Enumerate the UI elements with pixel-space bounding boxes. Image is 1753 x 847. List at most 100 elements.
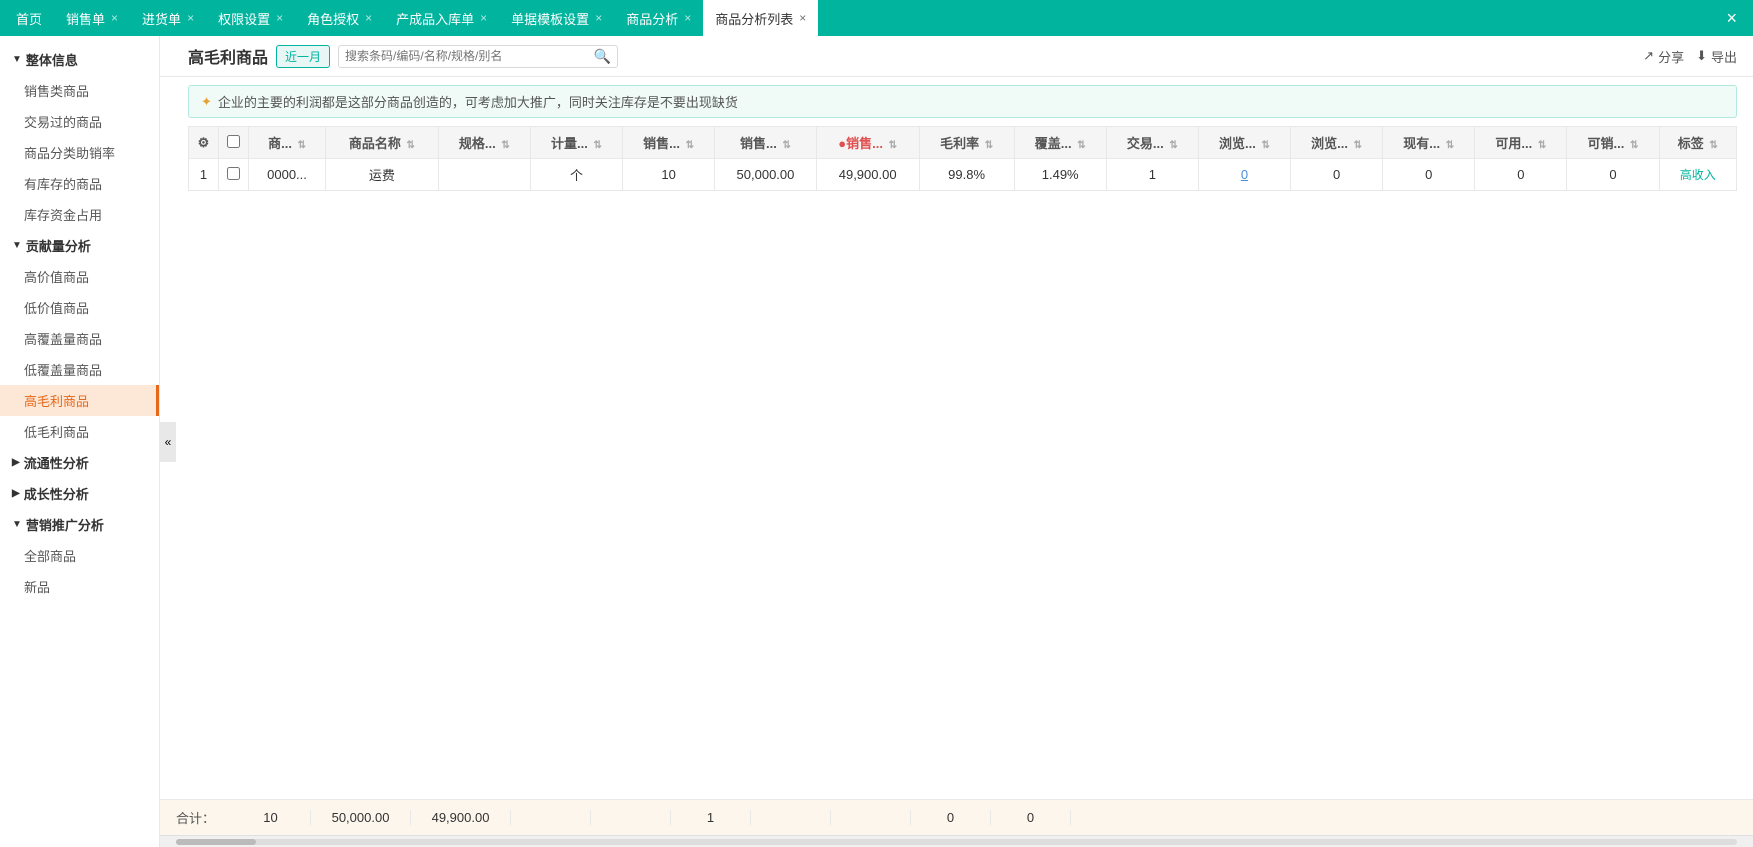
- col-available-header[interactable]: 可用... ⇅: [1475, 127, 1567, 159]
- close-analysis-list[interactable]: ×: [799, 11, 806, 25]
- col-checkbox-header[interactable]: [219, 127, 249, 159]
- footer-sales-amt: 50,000.00: [311, 810, 411, 825]
- sidebar-group-circulation[interactable]: ▶ 流通性分析: [0, 447, 159, 478]
- footer-sales-qty: 10: [231, 810, 311, 825]
- col-sales-cost-header[interactable]: ●销售... ⇅: [816, 127, 919, 159]
- select-all-checkbox[interactable]: [227, 135, 240, 148]
- row-available: 0: [1475, 159, 1567, 191]
- nav-product-instock[interactable]: 产成品入库单 ×: [384, 0, 499, 36]
- col-code-header[interactable]: 商... ⇅: [249, 127, 326, 159]
- row-sellable: 0: [1567, 159, 1659, 191]
- close-template[interactable]: ×: [595, 11, 602, 25]
- sort-icon-margin: ⇅: [985, 140, 993, 151]
- sidebar-item-low-value[interactable]: 低价值商品: [0, 292, 159, 323]
- export-btn[interactable]: ⬇ 导出: [1696, 47, 1737, 66]
- sidebar: ▼ 整体信息 销售类商品 交易过的商品 商品分类助销率 有库存的商品 库存资金占…: [0, 36, 160, 847]
- sidebar-collapse-btn[interactable]: «: [160, 422, 176, 462]
- nav-product-analysis[interactable]: 商品分析 ×: [614, 0, 703, 36]
- sort-icon-sales-amt: ⇅: [783, 140, 791, 151]
- col-browse1-label: 浏览...: [1219, 136, 1256, 151]
- header-actions: ↗ 分享 ⬇ 导出: [1643, 47, 1737, 66]
- sidebar-item-stocked-goods[interactable]: 有库存的商品: [0, 168, 159, 199]
- table-container[interactable]: ⚙ 商... ⇅ 商品名称 ⇅ 规格...: [160, 126, 1753, 799]
- col-unit-label: 计量...: [551, 136, 588, 151]
- sidebar-item-new-goods[interactable]: 新品: [0, 571, 159, 602]
- row-tag: 高收入: [1659, 159, 1737, 191]
- col-name-header[interactable]: 商品名称 ⇅: [326, 127, 439, 159]
- row-unit: 个: [530, 159, 622, 191]
- row-select-checkbox[interactable]: [227, 167, 240, 180]
- close-purchase-order[interactable]: ×: [187, 11, 194, 25]
- col-trade-header[interactable]: 交易... ⇅: [1106, 127, 1198, 159]
- row-coverage: 1.49%: [1014, 159, 1106, 191]
- bottom-scrollbar[interactable]: [160, 835, 1753, 847]
- top-navigation: 首页 销售单 × 进货单 × 权限设置 × 角色授权 × 产成品入库单 × 单据…: [0, 0, 1753, 36]
- sidebar-item-all-goods[interactable]: 全部商品: [0, 540, 159, 571]
- col-coverage-header[interactable]: 覆盖... ⇅: [1014, 127, 1106, 159]
- close-permission[interactable]: ×: [276, 11, 283, 25]
- share-icon: ↗: [1643, 48, 1654, 64]
- arrow-icon-4: ▶: [12, 488, 20, 499]
- sidebar-group-overall[interactable]: ▼ 整体信息: [0, 44, 159, 75]
- close-role-auth[interactable]: ×: [365, 11, 372, 25]
- footer-spacer3: [751, 810, 831, 825]
- share-btn[interactable]: ↗ 分享: [1643, 47, 1684, 66]
- sidebar-item-category-rate[interactable]: 商品分类助销率: [0, 137, 159, 168]
- arrow-icon-2: ▼: [12, 240, 22, 251]
- row-checkbox[interactable]: [219, 159, 249, 191]
- row-spec: [438, 159, 530, 191]
- sidebar-group-marketing[interactable]: ▼ 营销推广分析: [0, 509, 159, 540]
- col-coverage-label: 覆盖...: [1035, 136, 1072, 151]
- footer-sales-cost: 49,900.00: [411, 810, 511, 825]
- row-trade: 1: [1106, 159, 1198, 191]
- sidebar-item-low-margin[interactable]: 低毛利商品: [0, 416, 159, 447]
- col-sellable-header[interactable]: 可销... ⇅: [1567, 127, 1659, 159]
- col-sales-qty-header[interactable]: 销售... ⇅: [623, 127, 715, 159]
- nav-home[interactable]: 首页: [4, 0, 54, 36]
- sidebar-item-high-margin[interactable]: 高毛利商品: [0, 385, 159, 416]
- sidebar-item-traded-goods[interactable]: 交易过的商品: [0, 106, 159, 137]
- sort-icon-trade: ⇅: [1169, 140, 1177, 151]
- col-settings[interactable]: ⚙: [189, 127, 219, 159]
- close-window-btn[interactable]: ×: [1714, 8, 1749, 29]
- sidebar-group-contribution[interactable]: ▼ 贡献量分析: [0, 230, 159, 261]
- sort-icon-code: ⇅: [298, 140, 306, 151]
- col-spec-header[interactable]: 规格... ⇅: [438, 127, 530, 159]
- nav-product-analysis-list[interactable]: 商品分析列表 ×: [703, 0, 818, 36]
- close-product-instock[interactable]: ×: [480, 11, 487, 25]
- search-input[interactable]: [345, 49, 594, 63]
- sidebar-group-growth[interactable]: ▶ 成长性分析: [0, 478, 159, 509]
- col-sales-amt-header[interactable]: 销售... ⇅: [715, 127, 817, 159]
- filter-recent-month-btn[interactable]: 近一月: [276, 45, 330, 68]
- sidebar-item-low-coverage[interactable]: 低覆盖量商品: [0, 354, 159, 385]
- col-browse2-header[interactable]: 浏览... ⇅: [1291, 127, 1383, 159]
- row-browse1[interactable]: 0: [1198, 159, 1290, 191]
- sidebar-item-stock-capital[interactable]: 库存资金占用: [0, 199, 159, 230]
- sidebar-item-high-value[interactable]: 高价值商品: [0, 261, 159, 292]
- nav-template-settings[interactable]: 单据模板设置 ×: [499, 0, 614, 36]
- nav-purchase-order[interactable]: 进货单 ×: [130, 0, 206, 36]
- sort-icon-name: ⇅: [407, 140, 415, 151]
- close-sales-order[interactable]: ×: [111, 11, 118, 25]
- row-index: 1: [189, 159, 219, 191]
- scrollbar-thumb[interactable]: [176, 839, 256, 845]
- sidebar-item-high-coverage[interactable]: 高覆盖量商品: [0, 323, 159, 354]
- col-current-stock-header[interactable]: 现有... ⇅: [1383, 127, 1475, 159]
- info-banner: ✦ 企业的主要的利润都是这部分商品创造的，可考虑加大推广，同时关注库存是不要出现…: [188, 85, 1737, 118]
- sort-icon-browse2: ⇅: [1354, 140, 1362, 151]
- col-name-label: 商品名称: [349, 136, 401, 151]
- col-trade-label: 交易...: [1127, 136, 1164, 151]
- col-tag-header[interactable]: 标签 ⇅: [1659, 127, 1737, 159]
- col-unit-header[interactable]: 计量... ⇅: [530, 127, 622, 159]
- search-icon[interactable]: 🔍: [594, 48, 611, 65]
- row-code: 0000...: [249, 159, 326, 191]
- row-current-stock: 0: [1383, 159, 1475, 191]
- nav-permission-settings[interactable]: 权限设置 ×: [206, 0, 295, 36]
- nav-sales-order[interactable]: 销售单 ×: [54, 0, 130, 36]
- col-browse1-header[interactable]: 浏览... ⇅: [1198, 127, 1290, 159]
- arrow-icon: ▼: [12, 54, 22, 65]
- nav-role-auth[interactable]: 角色授权 ×: [295, 0, 384, 36]
- col-margin-header[interactable]: 毛利率 ⇅: [919, 127, 1014, 159]
- sidebar-item-sales-goods[interactable]: 销售类商品: [0, 75, 159, 106]
- close-analysis[interactable]: ×: [684, 11, 691, 25]
